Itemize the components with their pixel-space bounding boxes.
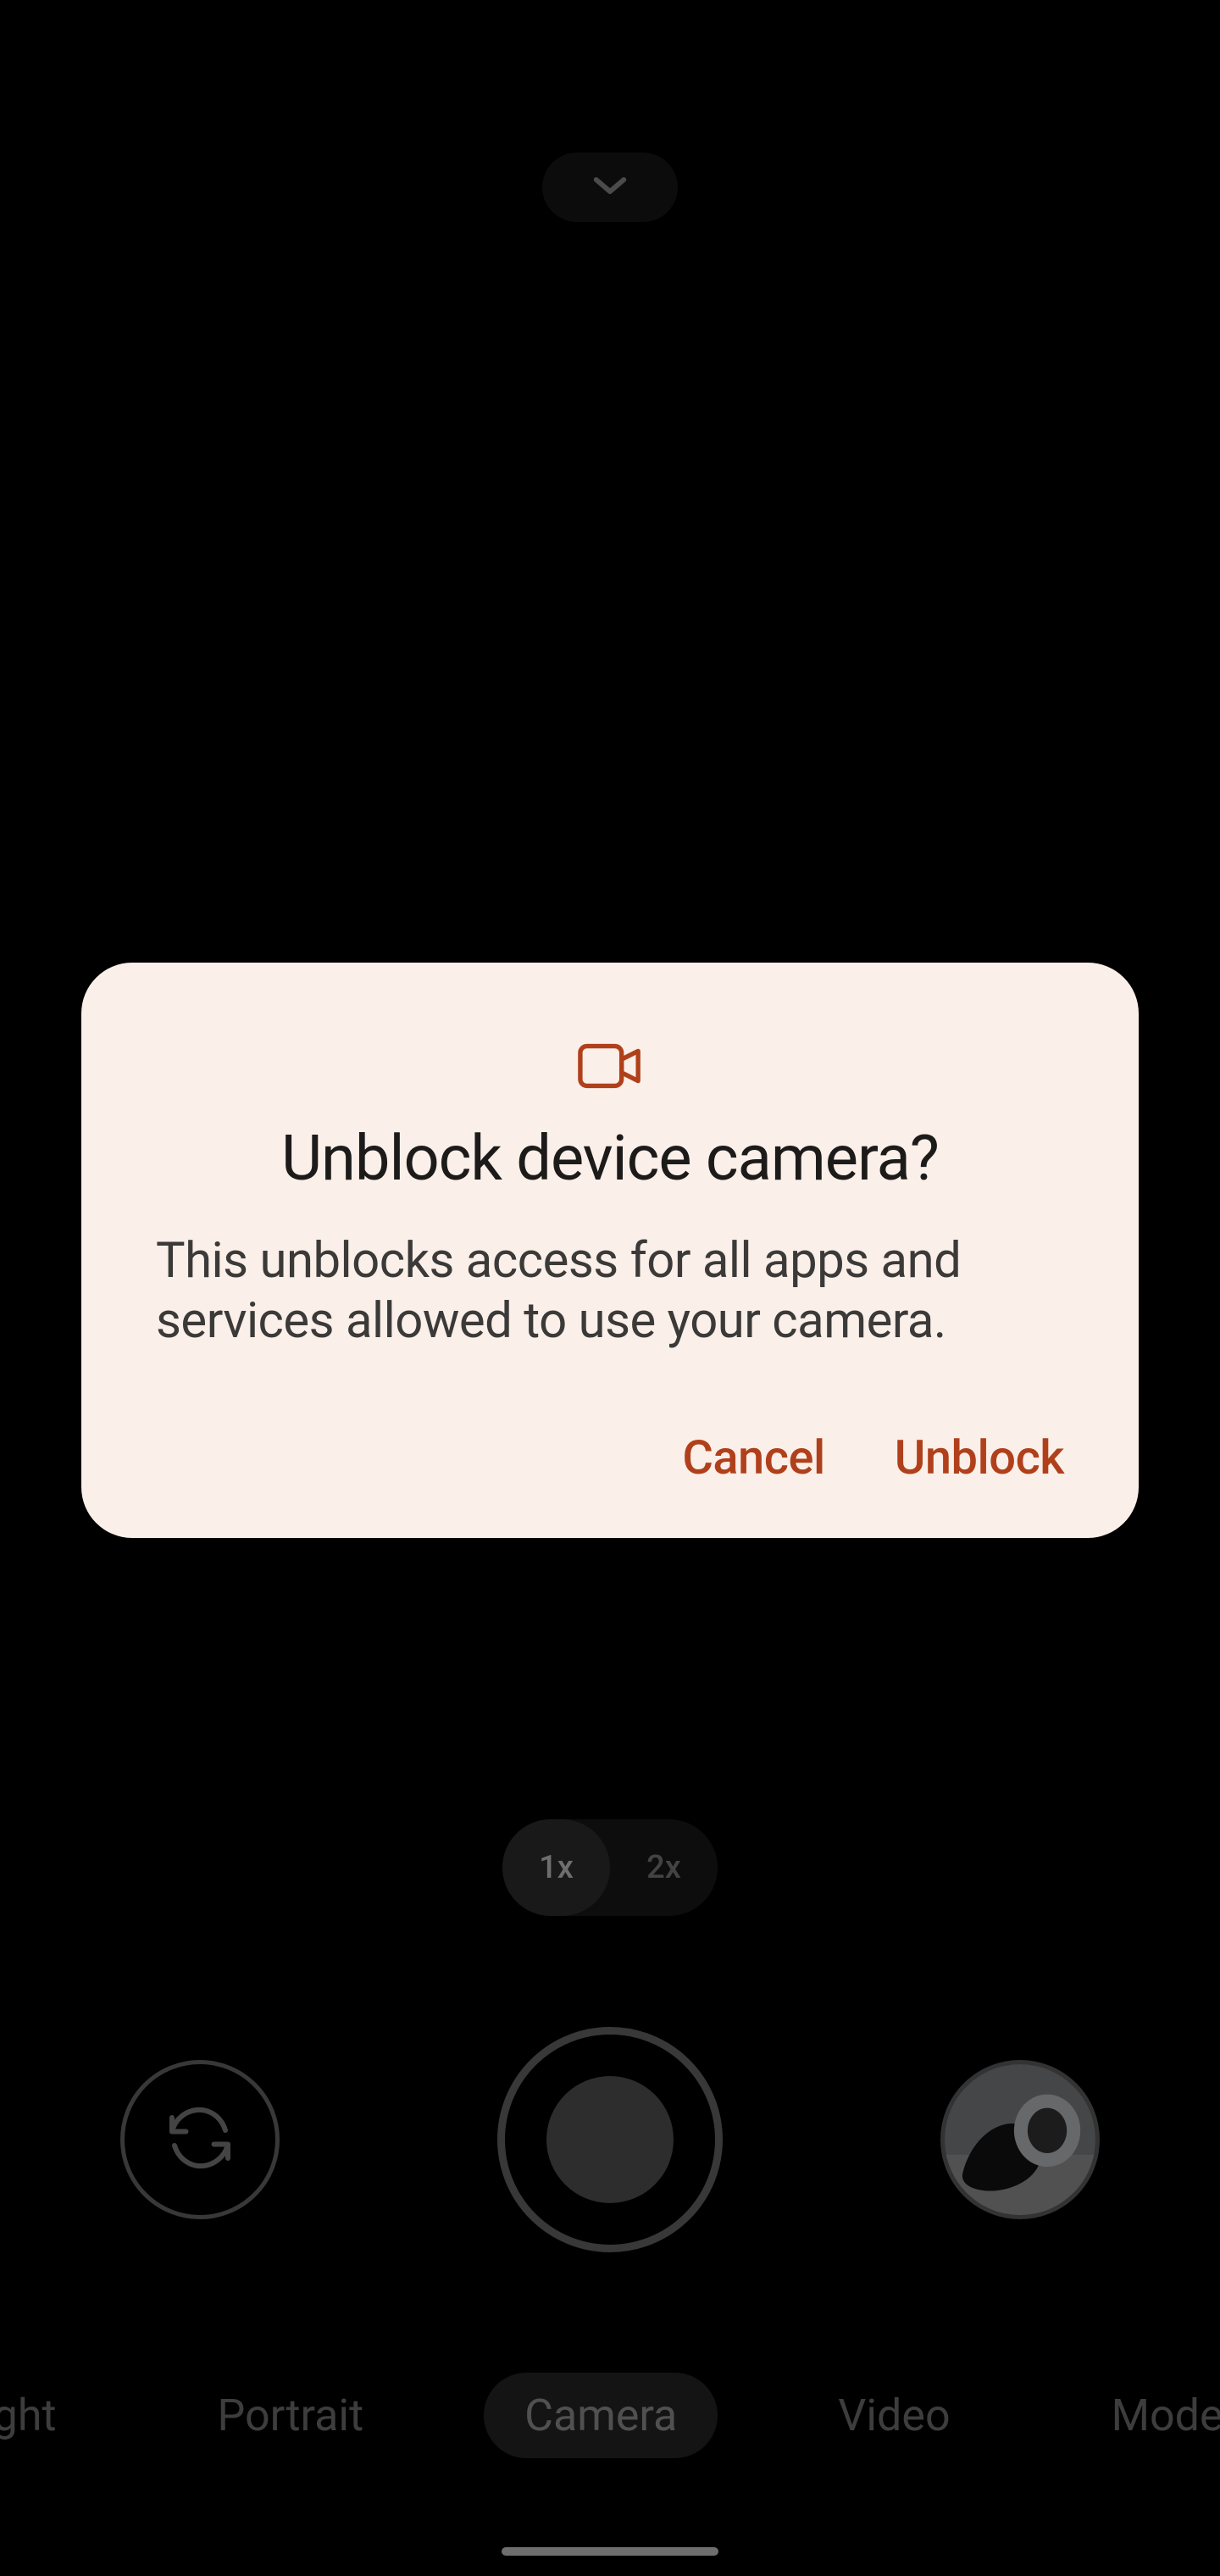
dialog-title: Unblock device camera? <box>156 1122 1064 1196</box>
videocam-icon <box>156 1041 1064 1091</box>
unblock-button[interactable]: Unblock <box>895 1430 1064 1485</box>
cancel-button[interactable]: Cancel <box>682 1430 824 1485</box>
dialog-body: This unblocks access for all apps and se… <box>156 1231 1064 1352</box>
unblock-camera-dialog: Unblock device camera? This unblocks acc… <box>81 963 1139 1538</box>
dialog-actions: Cancel Unblock <box>156 1430 1064 1485</box>
